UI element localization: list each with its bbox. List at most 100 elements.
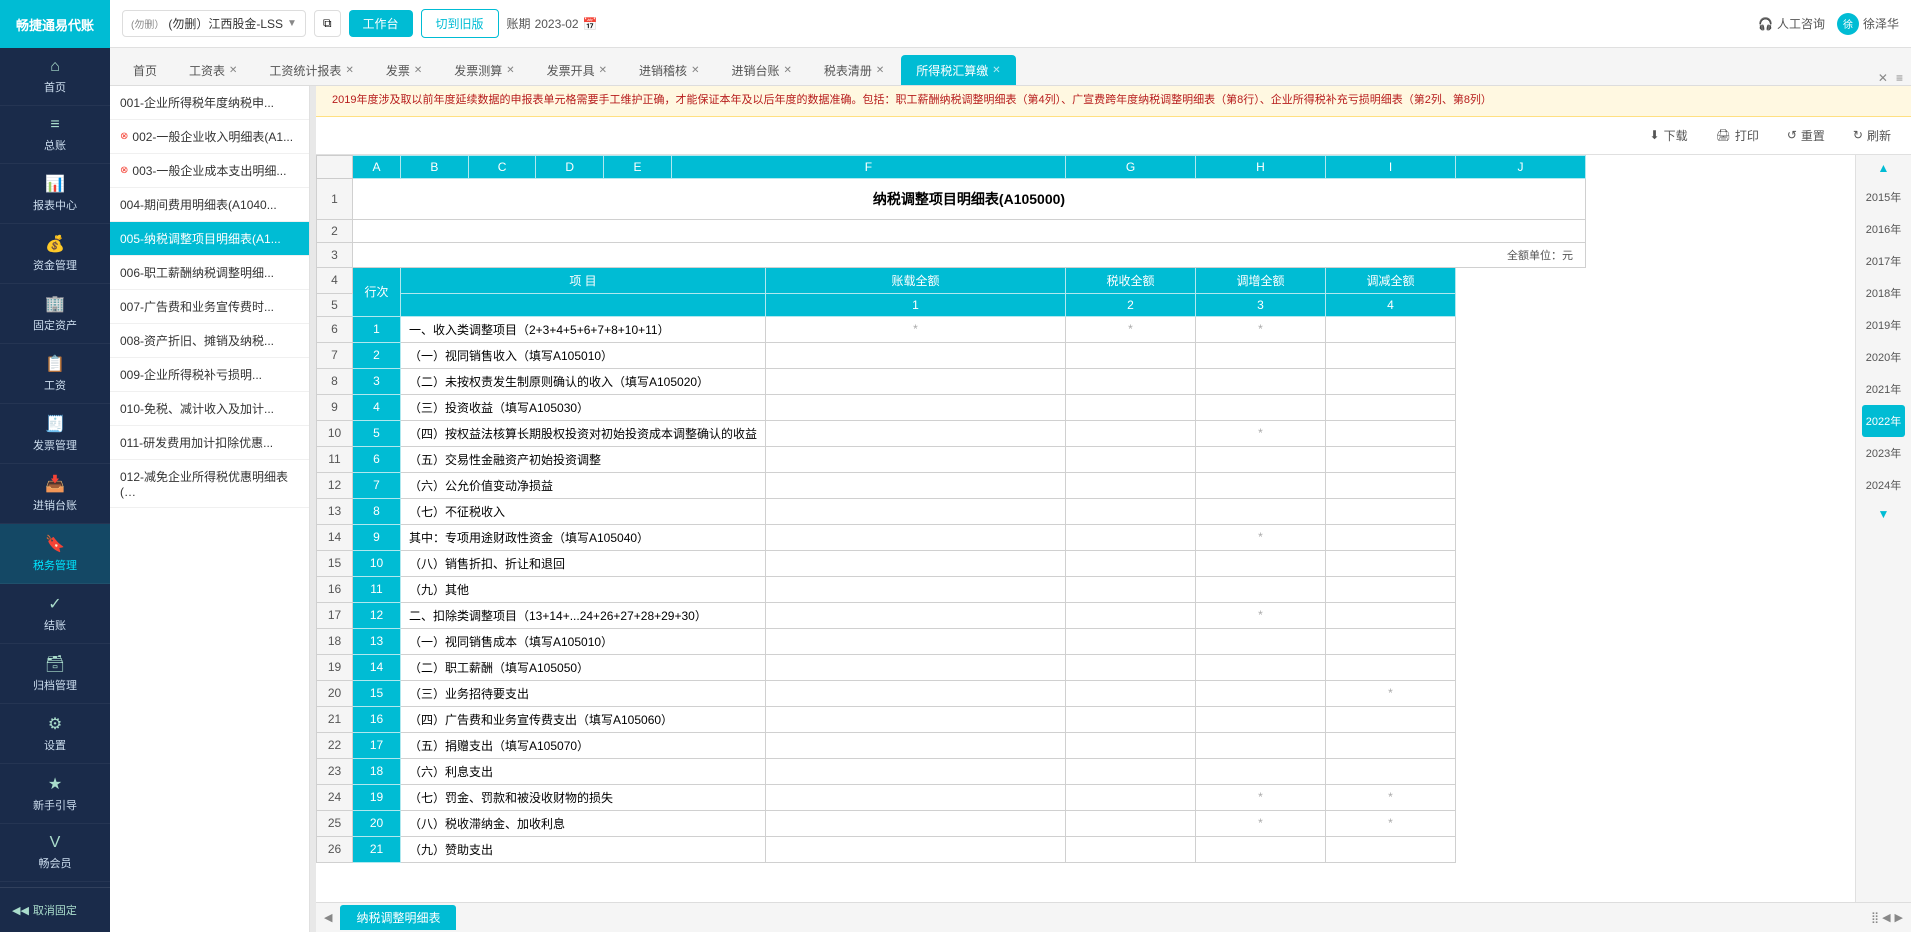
year-nav-down-button[interactable]: ▼	[1872, 501, 1896, 527]
col2-cell[interactable]	[1066, 368, 1196, 394]
project-cell[interactable]: （六）利息支出	[401, 758, 766, 784]
col1-cell[interactable]	[766, 420, 1066, 446]
col2-cell[interactable]	[1066, 836, 1196, 862]
project-cell[interactable]: 一、收入类调整项目（2+3+4+5+6+7+8+10+11）	[401, 316, 766, 342]
left-panel-item-002[interactable]: ⊗ 002-一般企业收入明细表(A1...	[110, 120, 309, 154]
col3-cell[interactable]	[1196, 550, 1326, 576]
col4-cell[interactable]	[1326, 342, 1456, 368]
project-cell[interactable]: （一）视同销售成本（填写A105010）	[401, 628, 766, 654]
project-cell[interactable]: （七）罚金、罚款和被没收财物的损失	[401, 784, 766, 810]
close-icon[interactable]: ✕	[876, 65, 884, 76]
col3-cell[interactable]	[1196, 836, 1326, 862]
col4-cell[interactable]: *	[1326, 680, 1456, 706]
year-nav-item[interactable]: 2015年	[1862, 181, 1905, 213]
col2-cell[interactable]	[1066, 550, 1196, 576]
project-cell[interactable]: （七）不征税收入	[401, 498, 766, 524]
project-cell[interactable]: （四）广告费和业务宣传费支出（填写A105060）	[401, 706, 766, 732]
col4-cell[interactable]	[1326, 420, 1456, 446]
col1-cell[interactable]	[766, 498, 1066, 524]
print-button[interactable]: 🖨 打印	[1708, 123, 1767, 148]
col2-cell[interactable]	[1066, 784, 1196, 810]
col4-cell[interactable]	[1326, 550, 1456, 576]
col1-cell[interactable]	[766, 654, 1066, 680]
left-panel-item-011[interactable]: 011-研发费用加计扣除优惠...	[110, 426, 309, 460]
user-menu[interactable]: 徐 徐泽华	[1837, 13, 1899, 35]
year-nav-item[interactable]: 2020年	[1862, 341, 1905, 373]
project-cell[interactable]: （八）税收滞纳金、加收利息	[401, 810, 766, 836]
col1-cell[interactable]	[766, 524, 1066, 550]
old-version-button[interactable]: 切到旧版	[421, 9, 499, 38]
project-cell[interactable]: （三）投资收益（填写A105030）	[401, 394, 766, 420]
left-panel-item-005[interactable]: 005-纳税调整项目明细表(A1...	[110, 222, 309, 256]
col3-cell[interactable]	[1196, 758, 1326, 784]
col3-cell[interactable]: *	[1196, 810, 1326, 836]
copy-button[interactable]: ⧉	[314, 10, 341, 37]
sidebar-item-archive[interactable]: 🗃 归档管理	[0, 644, 110, 704]
col2-cell[interactable]	[1066, 758, 1196, 784]
col4-cell[interactable]	[1326, 654, 1456, 680]
col2-cell[interactable]	[1066, 420, 1196, 446]
col2-cell[interactable]	[1066, 654, 1196, 680]
tab-invoice-issue[interactable]: 发票开具 ✕	[532, 55, 622, 85]
sidebar-item-invoice-mgmt[interactable]: 🧾 发票管理	[0, 404, 110, 464]
col1-cell[interactable]	[766, 342, 1066, 368]
col4-cell[interactable]	[1326, 472, 1456, 498]
tab-input-ledger[interactable]: 进销台账 ✕	[716, 55, 806, 85]
col4-cell[interactable]	[1326, 524, 1456, 550]
col1-cell[interactable]: *	[766, 316, 1066, 342]
col3-cell[interactable]	[1196, 446, 1326, 472]
col3-cell[interactable]: *	[1196, 602, 1326, 628]
project-cell[interactable]: （九）赞助支出	[401, 836, 766, 862]
sidebar-item-settings[interactable]: ⚙ 设置	[0, 704, 110, 764]
col1-cell[interactable]	[766, 758, 1066, 784]
sidebar-item-input-ledger[interactable]: 📥 进销台账	[0, 464, 110, 524]
close-icon[interactable]: ✕	[691, 65, 699, 76]
reset-button[interactable]: ↺ 重置	[1779, 123, 1833, 148]
col1-cell[interactable]	[766, 446, 1066, 472]
year-nav-item[interactable]: 2023年	[1862, 437, 1905, 469]
col1-cell[interactable]	[766, 576, 1066, 602]
sidebar-item-closing[interactable]: ✓ 结账	[0, 584, 110, 644]
col1-cell[interactable]	[766, 810, 1066, 836]
col4-cell[interactable]	[1326, 446, 1456, 472]
left-panel-item-012[interactable]: 012-减免企业所得税优惠明细表(…	[110, 460, 309, 508]
close-icon[interactable]: ✕	[345, 65, 353, 76]
project-cell[interactable]: （四）按权益法核算长期股权投资对初始投资成本调整确认的收益	[401, 420, 766, 446]
close-icon[interactable]: ✕	[506, 65, 514, 76]
col1-cell[interactable]	[766, 784, 1066, 810]
close-icon[interactable]: ✕	[992, 65, 1000, 76]
sidebar-item-vip[interactable]: V 畅会员	[0, 824, 110, 882]
tab-tax-register[interactable]: 税表清册 ✕	[809, 55, 899, 85]
col2-cell[interactable]	[1066, 680, 1196, 706]
spreadsheet-main[interactable]: A B C D E F G H I J	[316, 155, 1855, 902]
col2-cell[interactable]	[1066, 524, 1196, 550]
col3-cell[interactable]: *	[1196, 784, 1326, 810]
col2-cell[interactable]	[1066, 576, 1196, 602]
col3-cell[interactable]	[1196, 394, 1326, 420]
left-panel-item-006[interactable]: 006-职工薪酬纳税调整明细...	[110, 256, 309, 290]
col2-cell[interactable]: *	[1066, 316, 1196, 342]
sidebar-item-fixed-assets[interactable]: 🏢 固定资产	[0, 284, 110, 344]
col3-cell[interactable]	[1196, 368, 1326, 394]
col3-cell[interactable]	[1196, 628, 1326, 654]
col4-cell[interactable]	[1326, 732, 1456, 758]
close-icon[interactable]: ✕	[229, 65, 237, 76]
col1-cell[interactable]	[766, 706, 1066, 732]
project-cell[interactable]: （三）业务招待要支出	[401, 680, 766, 706]
project-cell[interactable]: （五）交易性金融资产初始投资调整	[401, 446, 766, 472]
tab-payroll[interactable]: 工资表 ✕	[174, 55, 252, 85]
col3-cell[interactable]	[1196, 706, 1326, 732]
col2-cell[interactable]	[1066, 706, 1196, 732]
col2-cell[interactable]	[1066, 810, 1196, 836]
col3-cell[interactable]: *	[1196, 420, 1326, 446]
tab-home[interactable]: 首页	[118, 55, 172, 85]
year-nav-up-button[interactable]: ▲	[1872, 155, 1896, 181]
sidebar-item-new-guide[interactable]: ★ 新手引导	[0, 764, 110, 824]
col4-cell[interactable]	[1326, 602, 1456, 628]
col2-cell[interactable]	[1066, 394, 1196, 420]
project-cell[interactable]: （一）视同销售收入（填写A105010）	[401, 342, 766, 368]
scroll-right-icon[interactable]: ▶	[1895, 911, 1903, 924]
sidebar-item-asset-mgmt[interactable]: 💰 资金管理	[0, 224, 110, 284]
col3-cell[interactable]	[1196, 472, 1326, 498]
col4-cell[interactable]	[1326, 628, 1456, 654]
